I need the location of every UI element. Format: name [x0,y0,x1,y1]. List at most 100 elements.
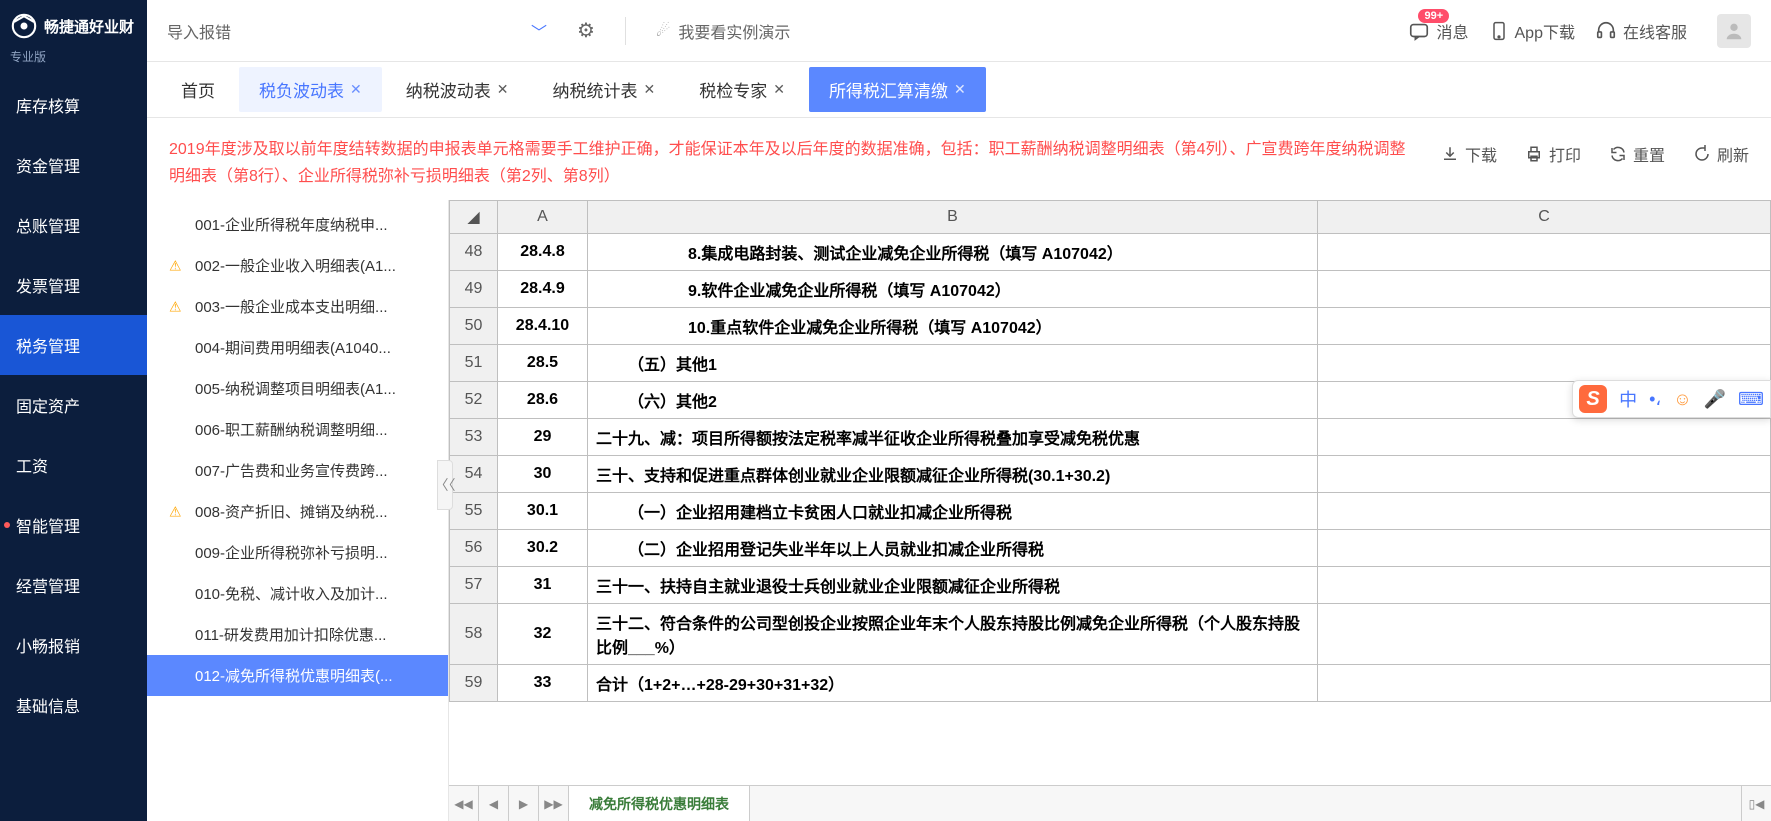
ime-emoji-icon[interactable]: ☺ [1673,389,1691,410]
cell[interactable]: （二）企业招用登记失业半年以上人员就业扣减企业所得税 [588,530,1318,567]
cell[interactable]: 三十二、符合条件的公司型创投企业按照企业年末个人股东持股比例减免企业所得税（个人… [588,604,1318,665]
tree-item-10[interactable]: 011-研发费用加计扣除优惠... [147,614,448,655]
cell[interactable]: 8.集成电路封装、测试企业减免企业所得税（填写 A107042） [588,234,1318,271]
cell[interactable] [1318,665,1771,702]
tab-0[interactable]: 首页 [161,67,235,112]
customer-service-button[interactable]: 在线客服 [1595,19,1687,43]
cell[interactable]: 28.4.8 [498,234,588,271]
cell[interactable] [1318,234,1771,271]
col-header-a[interactable]: A [498,201,588,234]
sheet-nav-last[interactable]: ▶▶ [539,786,569,821]
row-header[interactable]: 53 [450,419,498,456]
close-icon[interactable]: ✕ [954,81,966,98]
cell[interactable] [1318,308,1771,345]
cell[interactable]: 33 [498,665,588,702]
nav-item-3[interactable]: 发票管理 [0,255,147,315]
nav-item-9[interactable]: 小畅报销 [0,615,147,675]
spreadsheet[interactable]: ◢ A B C 4828.4.88.集成电路封装、测试企业减免企业所得税（填写 … [449,200,1771,702]
tree-item-3[interactable]: 004-期间费用明细表(A1040... [147,327,448,368]
cell[interactable]: 合计（1+2+…+28-29+30+31+32） [588,665,1318,702]
row-header[interactable]: 56 [450,530,498,567]
row-header[interactable]: 59 [450,665,498,702]
tree-item-11[interactable]: 012-减免所得税优惠明细表(... [147,655,448,696]
corner-cell[interactable]: ◢ [450,201,498,234]
nav-item-10[interactable]: 基础信息 [0,675,147,735]
tree-item-1[interactable]: ⚠002-一般企业收入明细表(A1... [147,245,448,286]
import-error-dropdown[interactable]: 导入报错 [167,19,231,43]
tree-item-2[interactable]: ⚠003-一般企业成本支出明细... [147,286,448,327]
tree-item-7[interactable]: ⚠008-资产折旧、摊销及纳税... [147,491,448,532]
ime-toolbar[interactable]: S 中 •، ☺ 🎤 ⌨ [1572,380,1771,418]
cell[interactable]: 30.2 [498,530,588,567]
cell[interactable]: （六）其他2 [588,382,1318,419]
cell[interactable] [1318,419,1771,456]
refresh-button[interactable]: 刷新 [1693,142,1749,166]
cell[interactable] [1318,493,1771,530]
close-icon[interactable]: ✕ [773,81,785,98]
tree-item-0[interactable]: 001-企业所得税年度纳税申... [147,204,448,245]
nav-item-2[interactable]: 总账管理 [0,195,147,255]
cell[interactable]: （一）企业招用建档立卡贫困人口就业扣减企业所得税 [588,493,1318,530]
cell[interactable]: 10.重点软件企业减免企业所得税（填写 A107042） [588,308,1318,345]
collapse-handle[interactable]: 〈〈 [437,460,453,510]
row-header[interactable]: 52 [450,382,498,419]
tree-item-8[interactable]: 009-企业所得税弥补亏损明... [147,532,448,573]
sheet-nav-next[interactable]: ▶ [509,786,539,821]
ime-mic-icon[interactable]: 🎤 [1704,389,1726,410]
demo-link[interactable]: ☄ 我要看实例演示 [656,19,790,43]
tree-item-6[interactable]: 007-广告费和业务宣传费跨... [147,450,448,491]
cell[interactable] [1318,271,1771,308]
ime-lang[interactable]: 中 [1619,386,1637,412]
close-icon[interactable]: ✕ [497,81,509,98]
messages-button[interactable]: 99+ 消息 [1408,19,1468,43]
nav-item-5[interactable]: 固定资产 [0,375,147,435]
cell[interactable] [1318,567,1771,604]
close-icon[interactable]: ✕ [350,81,362,98]
cell[interactable] [1318,456,1771,493]
tree-item-9[interactable]: 010-免税、减计收入及加计... [147,573,448,614]
tree-item-5[interactable]: 006-职工薪酬纳税调整明细... [147,409,448,450]
row-header[interactable]: 57 [450,567,498,604]
row-header[interactable]: 50 [450,308,498,345]
avatar[interactable] [1717,14,1751,48]
nav-item-8[interactable]: 经营管理 [0,555,147,615]
sheet-split-handle[interactable]: ▯◀ [1741,786,1771,821]
col-header-b[interactable]: B [588,201,1318,234]
cell[interactable]: 三十一、扶持自主就业退役士兵创业就业企业限额减征企业所得税 [588,567,1318,604]
ime-punct-icon[interactable]: •، [1649,389,1661,410]
print-button[interactable]: 打印 [1525,142,1581,166]
sheet-nav-prev[interactable]: ◀ [479,786,509,821]
ime-keyboard-icon[interactable]: ⌨ [1738,389,1764,410]
download-button[interactable]: 下载 [1441,142,1497,166]
row-header[interactable]: 48 [450,234,498,271]
nav-item-1[interactable]: 资金管理 [0,135,147,195]
tree-item-4[interactable]: 005-纳税调整项目明细表(A1... [147,368,448,409]
row-header[interactable]: 49 [450,271,498,308]
cell[interactable]: 二十九、减：项目所得额按法定税率减半征收企业所得税叠加享受减免税优惠 [588,419,1318,456]
cell[interactable]: 28.4.9 [498,271,588,308]
tab-3[interactable]: 纳税统计表✕ [532,67,675,112]
nav-item-7[interactable]: 智能管理 [0,495,147,555]
row-header[interactable]: 58 [450,604,498,665]
cell[interactable] [1318,530,1771,567]
gear-icon[interactable]: ⚙ [577,18,595,43]
cell[interactable] [1318,345,1771,382]
tab-4[interactable]: 税检专家✕ [679,67,805,112]
cell[interactable]: （五）其他1 [588,345,1318,382]
nav-item-6[interactable]: 工资 [0,435,147,495]
cell[interactable]: 31 [498,567,588,604]
app-download-button[interactable]: App下载 [1489,19,1575,43]
cell[interactable]: 9.软件企业减免企业所得税（填写 A107042） [588,271,1318,308]
cell[interactable]: 30 [498,456,588,493]
chevron-down-icon[interactable]: ﹀ [531,19,547,43]
tab-1[interactable]: 税负波动表✕ [239,67,382,112]
cell[interactable]: 30.1 [498,493,588,530]
nav-item-0[interactable]: 库存核算 [0,75,147,135]
cell[interactable]: 28.5 [498,345,588,382]
tab-5[interactable]: 所得税汇算清缴✕ [809,67,986,112]
tab-2[interactable]: 纳税波动表✕ [386,67,529,112]
col-header-c[interactable]: C [1318,201,1771,234]
cell[interactable]: 三十、支持和促进重点群体创业就业企业限额减征企业所得税(30.1+30.2) [588,456,1318,493]
sheet-nav-first[interactable]: ◀◀ [449,786,479,821]
cell[interactable]: 28.6 [498,382,588,419]
